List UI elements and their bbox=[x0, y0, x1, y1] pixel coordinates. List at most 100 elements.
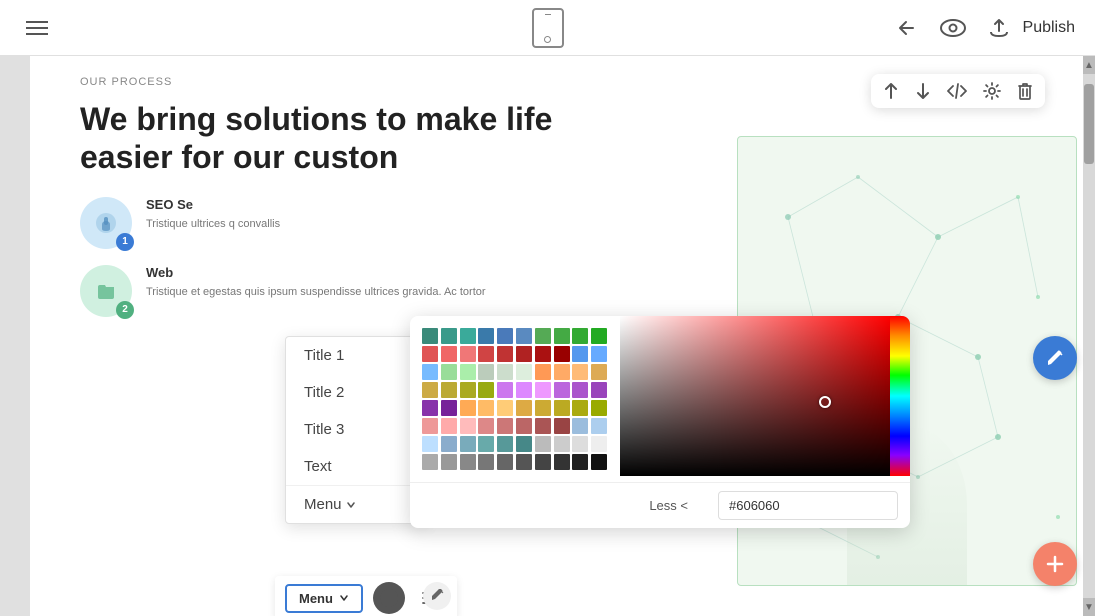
color-circle-button[interactable] bbox=[373, 582, 405, 614]
scroll-up-arrow[interactable]: ▲ bbox=[1083, 56, 1095, 74]
scroll-thumb[interactable] bbox=[1084, 84, 1094, 164]
back-button[interactable] bbox=[893, 15, 919, 41]
swatch[interactable] bbox=[497, 436, 513, 452]
swatch[interactable] bbox=[478, 418, 494, 434]
swatch[interactable] bbox=[497, 382, 513, 398]
hex-input[interactable] bbox=[718, 491, 898, 520]
swatch[interactable] bbox=[554, 454, 570, 470]
swatch[interactable] bbox=[516, 346, 532, 362]
scroll-track[interactable] bbox=[1083, 74, 1095, 598]
swatch[interactable] bbox=[422, 382, 438, 398]
swatch[interactable] bbox=[497, 400, 513, 416]
swatch[interactable] bbox=[591, 400, 607, 416]
swatch[interactable] bbox=[478, 400, 494, 416]
delete-button[interactable] bbox=[1017, 82, 1033, 100]
swatch[interactable] bbox=[591, 346, 607, 362]
swatch[interactable] bbox=[497, 364, 513, 380]
move-down-button[interactable] bbox=[915, 82, 931, 100]
swatch[interactable] bbox=[497, 328, 513, 344]
hue-slider[interactable] bbox=[890, 316, 910, 476]
menu-dropdown-button[interactable]: Menu bbox=[285, 584, 363, 613]
swatch[interactable] bbox=[535, 418, 551, 434]
device-toggle[interactable] bbox=[532, 8, 564, 48]
swatch[interactable] bbox=[572, 418, 588, 434]
swatch[interactable] bbox=[422, 400, 438, 416]
settings-button[interactable] bbox=[983, 82, 1001, 100]
less-button[interactable]: Less < bbox=[422, 498, 708, 513]
swatch[interactable] bbox=[516, 382, 532, 398]
swatch[interactable] bbox=[572, 328, 588, 344]
swatch[interactable] bbox=[572, 454, 588, 470]
swatch[interactable] bbox=[516, 364, 532, 380]
swatch[interactable] bbox=[422, 454, 438, 470]
swatch[interactable] bbox=[572, 364, 588, 380]
code-button[interactable] bbox=[947, 83, 967, 99]
scroll-down-arrow[interactable]: ▼ bbox=[1083, 598, 1095, 616]
swatch[interactable] bbox=[441, 346, 457, 362]
gradient-cursor[interactable] bbox=[819, 396, 831, 408]
swatch[interactable] bbox=[460, 364, 476, 380]
swatch[interactable] bbox=[535, 364, 551, 380]
swatch[interactable] bbox=[535, 436, 551, 452]
swatch[interactable] bbox=[497, 418, 513, 434]
swatch[interactable] bbox=[441, 400, 457, 416]
swatch[interactable] bbox=[441, 364, 457, 380]
fab-add-button[interactable] bbox=[1033, 542, 1077, 586]
swatch[interactable] bbox=[591, 418, 607, 434]
dropdown-title2[interactable]: Title 2 bbox=[286, 374, 424, 411]
swatch[interactable] bbox=[535, 454, 551, 470]
dropdown-title1[interactable]: Title 1 bbox=[286, 337, 424, 374]
swatch[interactable] bbox=[572, 346, 588, 362]
swatch[interactable] bbox=[478, 382, 494, 398]
swatch[interactable] bbox=[497, 346, 513, 362]
fab-edit-button[interactable] bbox=[1033, 336, 1077, 380]
swatch[interactable] bbox=[422, 364, 438, 380]
swatch[interactable] bbox=[516, 328, 532, 344]
type-dropdown[interactable]: Title 1 Title 2 Title 3 Text Menu bbox=[285, 336, 425, 524]
swatch[interactable] bbox=[422, 346, 438, 362]
swatch[interactable] bbox=[478, 346, 494, 362]
swatch[interactable] bbox=[460, 454, 476, 470]
swatch[interactable] bbox=[554, 382, 570, 398]
swatch[interactable] bbox=[554, 400, 570, 416]
gradient-picker[interactable] bbox=[620, 316, 890, 476]
swatch[interactable] bbox=[516, 436, 532, 452]
swatch[interactable] bbox=[535, 346, 551, 362]
swatch[interactable] bbox=[441, 418, 457, 434]
preview-button[interactable] bbox=[939, 18, 967, 38]
swatch[interactable] bbox=[478, 328, 494, 344]
swatch[interactable] bbox=[441, 328, 457, 344]
swatch[interactable] bbox=[460, 400, 476, 416]
dropdown-title3[interactable]: Title 3 bbox=[286, 411, 424, 448]
swatch[interactable] bbox=[535, 400, 551, 416]
publish-button[interactable]: Publish bbox=[987, 18, 1075, 38]
swatch[interactable] bbox=[554, 346, 570, 362]
swatch[interactable] bbox=[591, 364, 607, 380]
dropdown-menu[interactable]: Menu bbox=[286, 485, 424, 523]
swatch[interactable] bbox=[460, 328, 476, 344]
swatch[interactable] bbox=[460, 382, 476, 398]
swatch[interactable] bbox=[554, 418, 570, 434]
swatch[interactable] bbox=[441, 454, 457, 470]
hamburger-menu[interactable] bbox=[20, 15, 54, 41]
swatch[interactable] bbox=[554, 436, 570, 452]
swatch[interactable] bbox=[497, 454, 513, 470]
swatch[interactable] bbox=[591, 382, 607, 398]
dropdown-text[interactable]: Text bbox=[286, 448, 424, 485]
swatch[interactable] bbox=[572, 400, 588, 416]
swatch[interactable] bbox=[535, 328, 551, 344]
swatch[interactable] bbox=[478, 454, 494, 470]
swatch[interactable] bbox=[441, 382, 457, 398]
swatch[interactable] bbox=[591, 328, 607, 344]
swatch[interactable] bbox=[535, 382, 551, 398]
swatch[interactable] bbox=[478, 364, 494, 380]
swatch[interactable] bbox=[441, 436, 457, 452]
swatch[interactable] bbox=[591, 454, 607, 470]
swatch[interactable] bbox=[422, 418, 438, 434]
swatch[interactable] bbox=[460, 436, 476, 452]
swatch[interactable] bbox=[422, 436, 438, 452]
edit-pencil-icon[interactable] bbox=[423, 582, 451, 610]
swatch[interactable] bbox=[516, 400, 532, 416]
swatch[interactable] bbox=[516, 418, 532, 434]
swatch[interactable] bbox=[478, 436, 494, 452]
